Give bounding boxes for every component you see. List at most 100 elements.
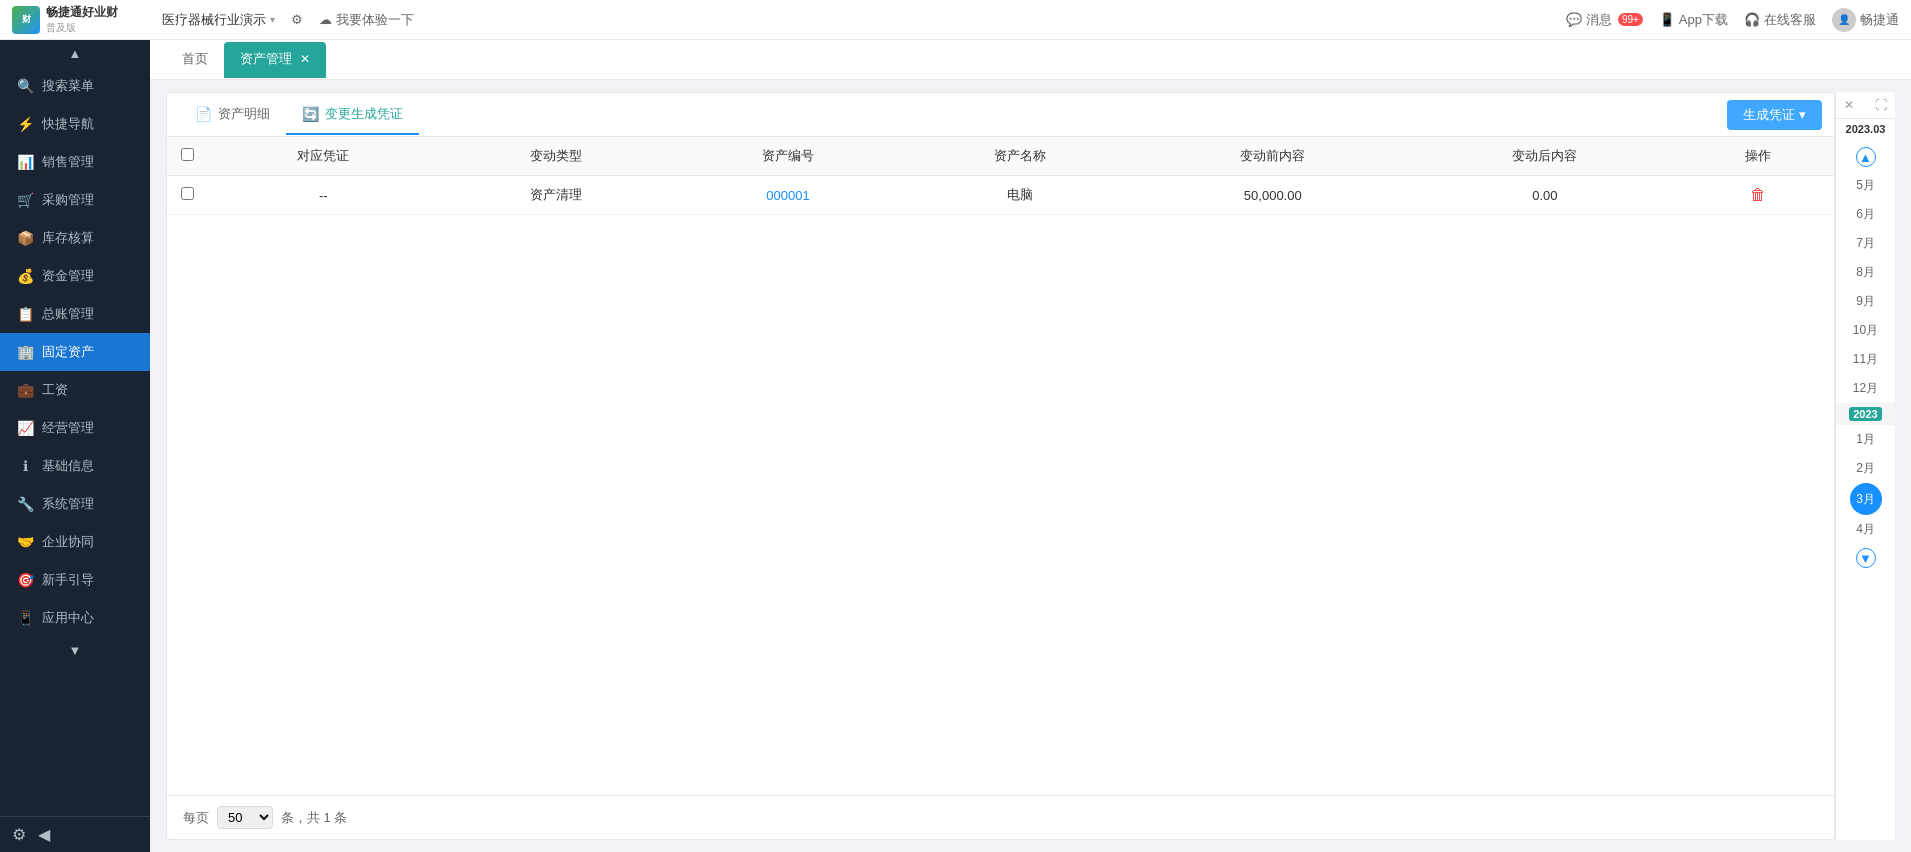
service-icon: 🎧 <box>1744 12 1760 27</box>
experience-label: 我要体验一下 <box>336 11 414 29</box>
sidebar-item-system[interactable]: 🔧 系统管理 <box>0 485 150 523</box>
tabs-bar: 首页 资产管理 ✕ <box>150 40 1911 80</box>
sidebar-item-payroll[interactable]: 💼 工资 <box>0 371 150 409</box>
sidebar-item-app-center[interactable]: 📱 应用中心 <box>0 599 150 637</box>
pagination: 每页 50 10 20 100 条，共 1 条 <box>167 795 1834 839</box>
generate-voucher-label: 生成凭证 <box>1743 106 1795 124</box>
cloud-icon: ☁ <box>319 12 332 27</box>
calendar-down-arrow[interactable]: ▼ <box>1836 544 1895 572</box>
message-button[interactable]: 💬 消息 99+ <box>1566 11 1643 29</box>
generate-voucher-button[interactable]: 生成凭证 ▾ <box>1727 100 1822 130</box>
row-asset-name: 电脑 <box>904 176 1136 215</box>
sidebar-item-operations[interactable]: 📈 经营管理 <box>0 409 150 447</box>
sidebar-item-search[interactable]: 🔍 搜索菜单 <box>0 67 150 105</box>
message-badge: 99+ <box>1618 13 1643 26</box>
sidebar-label-fixed-assets: 固定资产 <box>42 343 94 361</box>
app-download-button[interactable]: 📱 App下载 <box>1659 11 1728 29</box>
calendar-close-button[interactable]: ✕ <box>1844 98 1854 112</box>
capital-icon: 💰 <box>16 268 34 284</box>
row-before-change: 50,000.00 <box>1137 176 1409 215</box>
sidebar-scroll-down[interactable]: ▼ <box>0 637 150 664</box>
row-checkbox-cell <box>167 176 207 215</box>
settings-button[interactable]: ⚙ <box>283 6 311 34</box>
tab-home[interactable]: 首页 <box>166 42 224 78</box>
calendar-month-9[interactable]: 9月 <box>1836 287 1895 316</box>
sidebar-label-basic-info: 基础信息 <box>42 457 94 475</box>
tab-asset-management[interactable]: 资产管理 ✕ <box>224 42 326 78</box>
calendar-month-2[interactable]: 2月 <box>1836 454 1895 483</box>
calendar-month-8[interactable]: 8月 <box>1836 258 1895 287</box>
logo-area: 财 畅捷通好业财 普及版 <box>12 4 162 35</box>
sidebar-item-fixed-assets[interactable]: 🏢 固定资产 <box>0 333 150 371</box>
fixed-assets-icon: 🏢 <box>16 344 34 360</box>
table-container: 对应凭证 变动类型 资产编号 资产名称 变动前内容 变动后内容 操作 <box>167 137 1834 795</box>
calendar-month-12[interactable]: 12月 <box>1836 374 1895 403</box>
basic-info-icon: ℹ <box>16 458 34 474</box>
calendar-month-4[interactable]: 4月 <box>1836 515 1895 544</box>
purchase-icon: 🛒 <box>16 192 34 208</box>
sidebar-item-purchase[interactable]: 🛒 采购管理 <box>0 181 150 219</box>
row-change-type: 资产清理 <box>439 176 671 215</box>
tab-home-label: 首页 <box>182 50 208 68</box>
row-delete-button[interactable]: 🗑 <box>1750 186 1766 203</box>
sidebar-item-quick-nav[interactable]: ⚡ 快捷导航 <box>0 105 150 143</box>
tab-close-icon[interactable]: ✕ <box>300 52 310 66</box>
sidebar-label-capital: 资金管理 <box>42 267 94 285</box>
th-asset-name: 资产名称 <box>904 137 1136 176</box>
message-icon: 💬 <box>1566 12 1582 27</box>
sidebar-item-basic-info[interactable]: ℹ 基础信息 <box>0 447 150 485</box>
per-page-select[interactable]: 50 10 20 100 <box>217 806 273 829</box>
calendar-month-11[interactable]: 11月 <box>1836 345 1895 374</box>
company-selector[interactable]: 医疗器械行业演示 ▾ <box>162 11 275 29</box>
main-layout: ▲ 🔍 搜索菜单 ⚡ 快捷导航 📊 销售管理 🛒 采购管理 📦 库存核算 💰 资… <box>0 40 1911 852</box>
user-profile-button[interactable]: 👤 畅捷通 <box>1832 8 1899 32</box>
customer-service-button[interactable]: 🎧 在线客服 <box>1744 11 1816 29</box>
settings-icon: ⚙ <box>291 12 303 27</box>
asset-list-icon: 📄 <box>195 106 212 122</box>
inventory-icon: 📦 <box>16 230 34 246</box>
sidebar-label-operations: 经营管理 <box>42 419 94 437</box>
row-voucher: -- <box>207 176 439 215</box>
calendar-month-5[interactable]: 5月 <box>1836 171 1895 200</box>
enterprise-icon: 🤝 <box>16 534 34 550</box>
data-table: 对应凭证 变动类型 资产编号 资产名称 变动前内容 变动后内容 操作 <box>167 137 1834 215</box>
header-center: 医疗器械行业演示 ▾ ⚙ ☁ 我要体验一下 <box>162 6 1566 34</box>
sidebar-item-capital[interactable]: 💰 资金管理 <box>0 257 150 295</box>
calendar-expand-button[interactable]: ⛶ <box>1875 98 1887 112</box>
calendar-month-1[interactable]: 1月 <box>1836 425 1895 454</box>
sidebar-label-ledger: 总账管理 <box>42 305 94 323</box>
customer-service-label: 在线客服 <box>1764 11 1816 29</box>
sidebar-scroll-up[interactable]: ▲ <box>0 40 150 67</box>
sidebar-item-inventory[interactable]: 📦 库存核算 <box>0 219 150 257</box>
content-area: 首页 资产管理 ✕ 📄 资产明细 🔄 变更生成凭证 <box>150 40 1911 852</box>
sidebar-label-payroll: 工资 <box>42 381 68 399</box>
table-row: -- 资产清理 000001 电脑 50,000.00 0.00 🗑 <box>167 176 1834 215</box>
row-checkbox[interactable] <box>181 187 194 200</box>
header-right: 💬 消息 99+ 📱 App下载 🎧 在线客服 👤 畅捷通 <box>1566 8 1899 32</box>
company-caret-icon: ▾ <box>270 14 275 25</box>
th-change-type: 变动类型 <box>439 137 671 176</box>
sidebar-collapse-button[interactable]: ◀ <box>38 825 50 844</box>
calendar-month-3[interactable]: 3月 <box>1850 483 1882 515</box>
inner-tab-asset-list[interactable]: 📄 资产明细 <box>179 95 286 135</box>
calendar-month-7[interactable]: 7月 <box>1836 229 1895 258</box>
calendar-year-label: 2023.03 <box>1836 119 1895 139</box>
sidebar-label-search: 搜索菜单 <box>42 77 94 95</box>
calendar-month-6[interactable]: 6月 <box>1836 200 1895 229</box>
company-name: 医疗器械行业演示 <box>162 11 266 29</box>
calendar-scroll: ▲ 5月 6月 7月 8月 9月 <box>1836 139 1895 840</box>
sidebar-item-ledger[interactable]: 📋 总账管理 <box>0 295 150 333</box>
calendar-up-arrow[interactable]: ▲ <box>1836 143 1895 171</box>
sidebar-item-enterprise[interactable]: 🤝 企业协同 <box>0 523 150 561</box>
experience-button[interactable]: ☁ 我要体验一下 <box>319 11 414 29</box>
sidebar-item-sales[interactable]: 📊 销售管理 <box>0 143 150 181</box>
app-name: 畅捷通好业财 <box>46 4 118 21</box>
avatar: 👤 <box>1832 8 1856 32</box>
app-name-block: 畅捷通好业财 普及版 <box>46 4 118 35</box>
sidebar-item-guide[interactable]: 🎯 新手引导 <box>0 561 150 599</box>
inner-tab-change-voucher[interactable]: 🔄 变更生成凭证 <box>286 95 419 135</box>
inner-tab-asset-list-label: 资产明细 <box>218 105 270 123</box>
sidebar-settings-button[interactable]: ⚙ <box>12 825 26 844</box>
select-all-checkbox[interactable] <box>181 148 194 161</box>
calendar-month-10[interactable]: 10月 <box>1836 316 1895 345</box>
